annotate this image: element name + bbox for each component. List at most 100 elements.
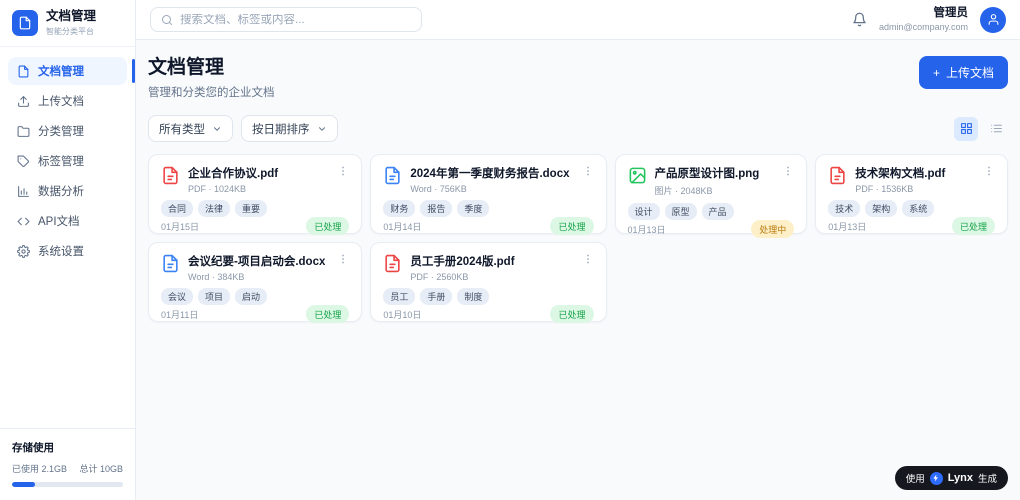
- sidebar-item-label: 标签管理: [38, 156, 84, 168]
- document-tag: 报告: [420, 200, 453, 217]
- avatar[interactable]: [980, 6, 1006, 33]
- sidebar: 文档管理 智能分类平台 文档管理 上传文档 分类管理 标签管理 数据分析 API…: [0, 0, 136, 500]
- badge-suffix: 生成: [977, 474, 997, 485]
- card-menu-icon[interactable]: [983, 165, 995, 177]
- tag-row: 员工 手册 制度: [383, 288, 593, 305]
- document-tag: 合同: [161, 200, 194, 217]
- document-tag: 技术: [828, 200, 861, 217]
- bar-chart-icon: [17, 185, 30, 198]
- sidebar-item-upload[interactable]: 上传文档: [8, 87, 127, 115]
- search-icon: [161, 14, 173, 26]
- storage-usage-panel: 存储使用 已使用 2.1GB 总计 10GB: [0, 428, 135, 500]
- sort-filter-dropdown[interactable]: 按日期排序: [241, 115, 338, 142]
- document-tag: 项目: [198, 288, 231, 305]
- pdf-file-icon: [383, 254, 402, 273]
- document-meta: PDF · 2560KB: [410, 272, 469, 282]
- content-area: 文档管理 管理和分类您的企业文档 + 上传文档 所有类型 按日期排序 企业合作协…: [136, 40, 1020, 500]
- status-badge: 已处理: [306, 217, 350, 235]
- document-card[interactable]: 技术架构文档.pdf PDF · 1536KB 技术 架构 系统 01月13日 已处…: [815, 154, 1008, 235]
- document-date: 01月15日: [161, 221, 200, 232]
- list-view-button[interactable]: [984, 117, 1008, 141]
- gear-icon: [17, 244, 30, 258]
- page-title: 文档管理: [148, 57, 225, 78]
- sidebar-item-label: API文档: [38, 216, 80, 228]
- document-tag: 重要: [235, 200, 268, 217]
- tag-row: 合同 法律 重要: [161, 200, 349, 217]
- document-date: 01月13日: [828, 221, 867, 232]
- search-input[interactable]: [180, 13, 411, 26]
- card-menu-icon[interactable]: [582, 253, 594, 265]
- lynx-logo-icon: [929, 471, 943, 485]
- sidebar-item-label: 文档管理: [38, 66, 84, 78]
- document-card[interactable]: 会议纪要-项目启动会.docx Word · 384KB 会议 项目 启动 01月1…: [148, 242, 363, 323]
- document-card[interactable]: 2024年第一季度财务报告.docx Word · 756KB 财务 报告 季度 0…: [370, 154, 607, 235]
- storage-progress-bar: [12, 482, 123, 487]
- grid-view-button[interactable]: [954, 116, 978, 141]
- notification-bell-icon[interactable]: [852, 12, 867, 27]
- document-title: 企业合作协议.pdf: [188, 168, 279, 180]
- tag-row: 财务 报告 季度: [383, 200, 593, 217]
- document-tag: 设计: [627, 203, 660, 220]
- card-menu-icon[interactable]: [337, 165, 349, 177]
- folder-icon: [17, 125, 30, 138]
- code-icon: [17, 215, 30, 228]
- app-logo-block: 文档管理 智能分类平台: [0, 0, 135, 47]
- search-box[interactable]: [150, 7, 422, 32]
- pdf-file-icon: [828, 166, 847, 185]
- tag-icon: [17, 155, 30, 168]
- document-card[interactable]: 企业合作协议.pdf PDF · 1024KB 合同 法律 重要 01月15日 已处…: [148, 154, 363, 235]
- sidebar-item-settings[interactable]: 系统设置: [8, 237, 127, 265]
- sidebar-item-label: 分类管理: [38, 126, 84, 138]
- card-menu-icon[interactable]: [337, 253, 349, 265]
- sidebar-item-label: 系统设置: [38, 246, 84, 258]
- status-badge: 已处理: [951, 217, 995, 235]
- tag-row: 技术 架构 系统: [828, 200, 995, 217]
- lynx-attribution-badge[interactable]: 使用 Lynx 生成: [894, 466, 1008, 490]
- badge-brand: Lynx: [947, 472, 973, 484]
- upload-document-button[interactable]: + 上传文档: [918, 56, 1008, 89]
- sidebar-item-categories[interactable]: 分类管理: [8, 117, 127, 145]
- upload-icon: [17, 95, 30, 108]
- document-title: 员工手册2024版.pdf: [410, 256, 515, 268]
- document-title: 技术架构文档.pdf: [855, 168, 946, 180]
- document-meta: Word · 384KB: [188, 272, 245, 282]
- document-card[interactable]: 产品原型设计图.png 图片 · 2048KB 设计 原型 产品 01月13日 处理…: [614, 154, 808, 238]
- app-tagline: 智能分类平台: [46, 27, 94, 36]
- user-email: admin@company.com: [878, 21, 968, 32]
- document-title: 2024年第一季度财务报告.docx: [410, 168, 570, 180]
- card-menu-icon[interactable]: [582, 165, 594, 177]
- user-icon: [987, 13, 1000, 26]
- tag-row: 设计 原型 产品: [627, 203, 795, 220]
- sidebar-item-tags[interactable]: 标签管理: [8, 147, 127, 175]
- document-meta: Word · 756KB: [410, 184, 467, 194]
- document-card[interactable]: 员工手册2024版.pdf PDF · 2560KB 员工 手册 制度 01月10日…: [370, 242, 607, 323]
- document-tag: 季度: [457, 200, 490, 217]
- sidebar-item-api-docs[interactable]: API文档: [8, 207, 127, 235]
- sidebar-item-documents[interactable]: 文档管理: [8, 57, 135, 85]
- storage-used-label: 已使用 2.1GB: [12, 464, 68, 474]
- status-badge: 已处理: [306, 305, 350, 323]
- document-grid: 企业合作协议.pdf PDF · 1024KB 合同 法律 重要 01月15日 已处…: [148, 154, 1008, 323]
- top-bar: 管理员 admin@company.com: [136, 0, 1020, 40]
- page-subtitle: 管理和分类您的企业文档: [148, 87, 275, 99]
- card-menu-icon[interactable]: [782, 165, 794, 177]
- type-filter-dropdown[interactable]: 所有类型: [148, 115, 233, 142]
- sidebar-item-analytics[interactable]: 数据分析: [8, 177, 127, 205]
- sidebar-item-label: 上传文档: [38, 96, 84, 108]
- pdf-file-icon: [161, 166, 180, 185]
- document-date: 01月13日: [627, 224, 666, 235]
- document-icon: [17, 65, 30, 78]
- grid-icon: [960, 122, 973, 135]
- image-file-icon: [628, 166, 647, 185]
- active-indicator: [132, 59, 135, 83]
- word-file-icon: [383, 166, 402, 185]
- list-icon: [990, 122, 1003, 135]
- badge-prefix: 使用: [905, 474, 925, 485]
- storage-title: 存储使用: [12, 442, 54, 454]
- document-meta: PDF · 1536KB: [855, 184, 914, 194]
- document-meta: PDF · 1024KB: [188, 184, 247, 194]
- document-title: 会议纪要-项目启动会.docx: [188, 256, 326, 268]
- document-tag: 手册: [420, 288, 453, 305]
- tag-row: 会议 项目 启动: [161, 288, 349, 305]
- sidebar-item-label: 数据分析: [38, 186, 84, 198]
